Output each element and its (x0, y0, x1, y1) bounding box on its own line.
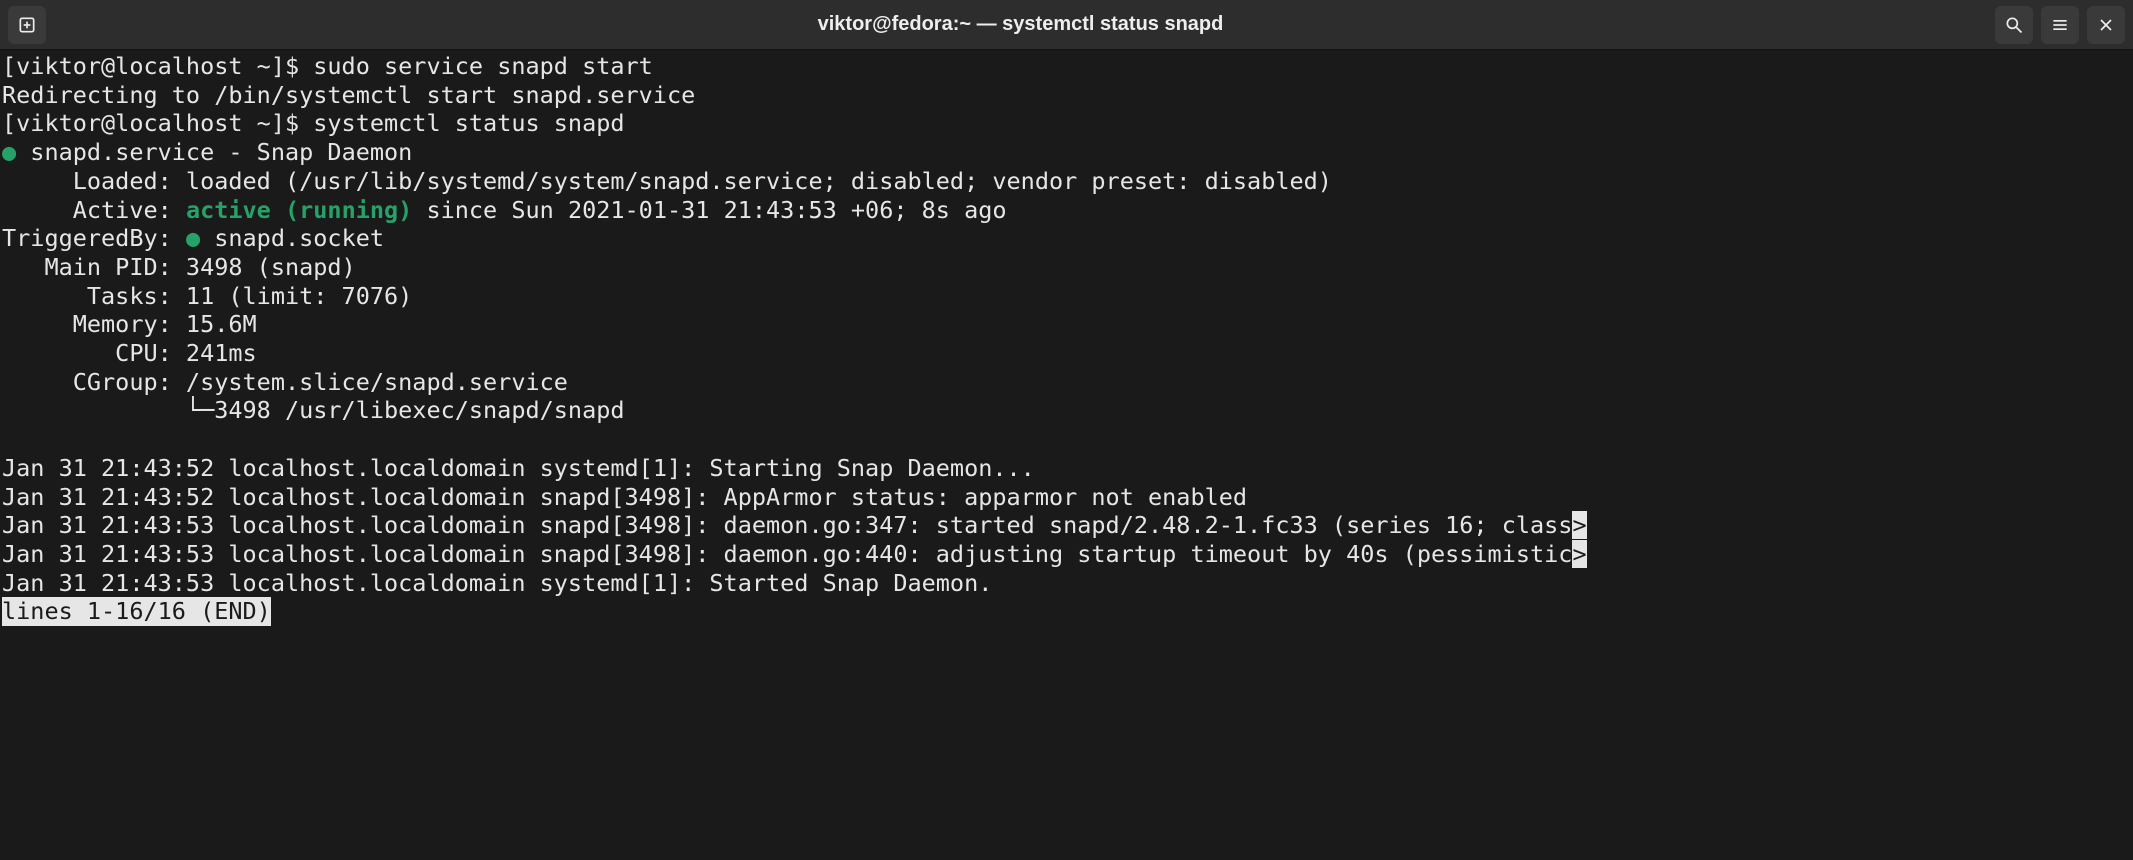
shell-prompt: [viktor@localhost ~]$ (2, 109, 313, 137)
mainpid-line: Main PID: 3498 (snapd) (2, 253, 356, 281)
log-line: Jan 31 21:43:53 localhost.localdomain sy… (2, 569, 992, 597)
status-dot-icon: ● (2, 138, 16, 166)
cpu-line: CPU: 241ms (2, 339, 257, 367)
log-line: Jan 31 21:43:52 localhost.localdomain sy… (2, 454, 1035, 482)
hamburger-icon (2050, 15, 2070, 35)
menu-button[interactable] (2041, 6, 2079, 44)
new-tab-button[interactable] (8, 6, 46, 44)
titlebar: viktor@fedora:~ — systemctl status snapd (0, 0, 2133, 50)
truncation-indicator-icon: > (1572, 540, 1586, 568)
cgroup-tree-line: └─3498 /usr/libexec/snapd/snapd (2, 396, 625, 424)
active-status: active (running) (186, 196, 412, 224)
service-header: snapd.service - Snap Daemon (16, 138, 412, 166)
log-line: Jan 31 21:43:53 localhost.localdomain sn… (2, 540, 1572, 568)
new-tab-icon (17, 15, 37, 35)
cgroup-line: CGroup: /system.slice/snapd.service (2, 368, 568, 396)
triggered-label: TriggeredBy: (2, 224, 186, 252)
pager-status: lines 1-16/16 (END) (2, 597, 271, 626)
shell-prompt: [viktor@localhost ~]$ (2, 52, 313, 80)
log-line: Jan 31 21:43:53 localhost.localdomain sn… (2, 511, 1572, 539)
truncation-indicator-icon: > (1572, 511, 1586, 539)
terminal-output[interactable]: [viktor@localhost ~]$ sudo service snapd… (0, 50, 2133, 628)
memory-line: Memory: 15.6M (2, 310, 257, 338)
loaded-line: Loaded: loaded (/usr/lib/systemd/system/… (2, 167, 1332, 195)
command-text: systemctl status snapd (313, 109, 624, 137)
output-line: Redirecting to /bin/systemctl start snap… (2, 81, 695, 109)
search-icon (2004, 15, 2024, 35)
active-label: Active: (2, 196, 186, 224)
command-text: sudo service snapd start (313, 52, 653, 80)
active-since: since Sun 2021-01-31 21:43:53 +06; 8s ag… (412, 196, 1006, 224)
window-title: viktor@fedora:~ — systemctl status snapd (46, 13, 1995, 36)
tasks-line: Tasks: 11 (limit: 7076) (2, 282, 412, 310)
log-line: Jan 31 21:43:52 localhost.localdomain sn… (2, 483, 1247, 511)
triggered-value: snapd.socket (200, 224, 384, 252)
status-dot-icon: ● (186, 224, 200, 252)
search-button[interactable] (1995, 6, 2033, 44)
close-icon (2096, 15, 2116, 35)
close-button[interactable] (2087, 6, 2125, 44)
